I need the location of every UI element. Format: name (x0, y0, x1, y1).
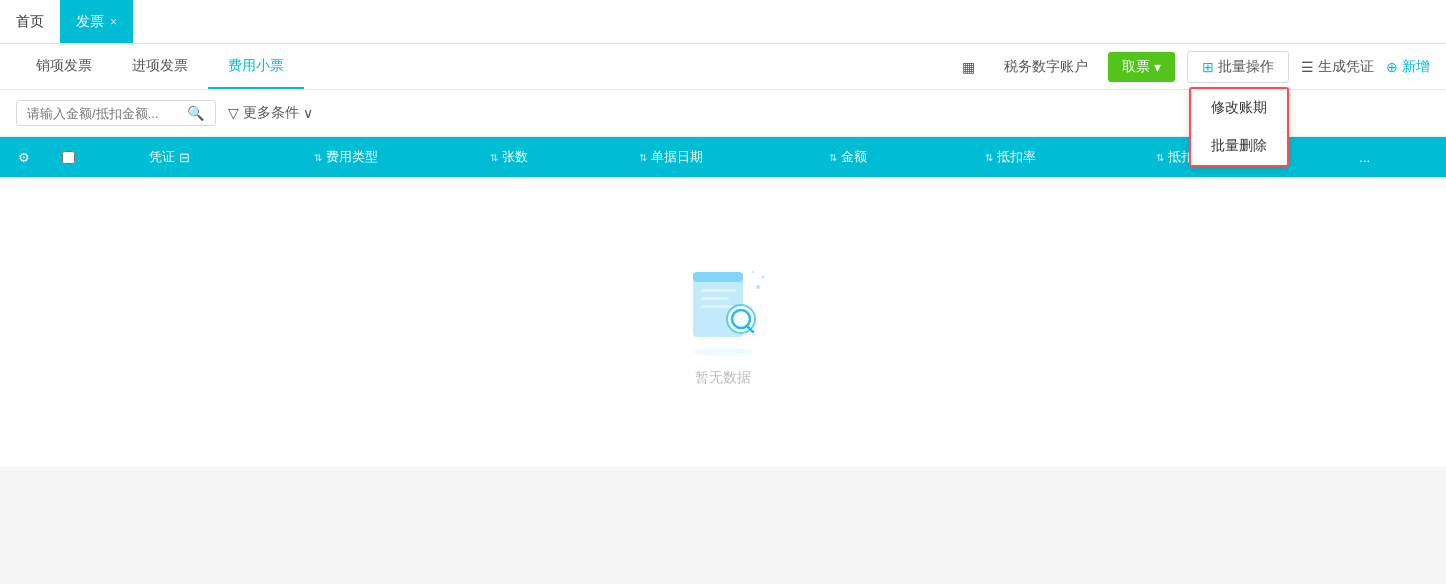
take-ticket-dropdown-icon: ▾ (1154, 59, 1161, 75)
more-conditions-button[interactable]: ▽ 更多条件 ∨ (228, 104, 313, 122)
th-checkbox[interactable] (48, 137, 88, 177)
th-amount: ⇅ 金额 (767, 137, 929, 177)
th-date: ⇅ 单据日期 (575, 137, 767, 177)
sort-icon-amount[interactable]: ⇅ (829, 152, 837, 163)
voucher-filter-icon[interactable]: ⊟ (179, 150, 190, 165)
sort-icon-date[interactable]: ⇅ (639, 152, 647, 163)
sort-icon-count[interactable]: ⇅ (490, 152, 498, 163)
gen-voucher-label: 生成凭证 (1318, 58, 1374, 76)
table-wrap: ⚙ 凭证 ⊟ ⇅ 费用类型 ⇅ 张数 ⇅ 单据日期 ⇅ 金额 ⇅ 抵扣率 (0, 137, 1446, 467)
batch-op-button[interactable]: ⊞ 批量操作 (1187, 51, 1289, 83)
amount-col-label: 金额 (841, 148, 867, 166)
tax-account-button[interactable]: 税务数字账户 (996, 58, 1096, 76)
tab-sales-invoice[interactable]: 销项发票 (16, 44, 112, 89)
sort-icon-expense[interactable]: ⇅ (314, 152, 322, 163)
voucher-col-label: 凭证 (149, 148, 175, 166)
th-operations: ... (1284, 137, 1446, 177)
qr-button[interactable]: ▦ (952, 51, 984, 83)
settings-icon: ⚙ (18, 150, 30, 165)
svg-point-0 (693, 348, 753, 356)
svg-rect-2 (693, 272, 743, 282)
batch-op-icon: ⊞ (1202, 59, 1214, 75)
nav-tab-invoice-label: 发票 (76, 13, 104, 31)
dropdown-item-modify-period[interactable]: 修改账期 (1191, 89, 1287, 127)
search-input[interactable] (27, 106, 187, 121)
count-col-label: 张数 (502, 148, 528, 166)
batch-op-dropdown: 修改账期 批量删除 (1189, 87, 1289, 167)
search-input-wrap: 🔍 (16, 100, 216, 126)
th-settings[interactable]: ⚙ (0, 137, 48, 177)
sort-icon-deduct-rate[interactable]: ⇅ (985, 152, 993, 163)
take-ticket-label: 取票 (1122, 58, 1150, 76)
top-nav: 首页 发票 × (0, 0, 1446, 44)
new-label: 新增 (1402, 58, 1430, 76)
close-icon[interactable]: × (110, 15, 117, 29)
deduct-rate-col-label: 抵扣率 (997, 148, 1036, 166)
tab-expense-receipt[interactable]: 费用小票 (208, 44, 304, 89)
gen-voucher-icon: ☰ (1301, 59, 1314, 75)
more-conditions-label: 更多条件 (243, 104, 299, 122)
th-deduct-rate: ⇅ 抵扣率 (929, 137, 1091, 177)
nav-home[interactable]: 首页 (0, 0, 60, 43)
select-all-checkbox[interactable] (62, 151, 75, 164)
batch-op-container: ⊞ 批量操作 修改账期 批量删除 (1187, 51, 1289, 83)
operations-col-label: ... (1359, 150, 1370, 165)
sort-icon-deduct-amount[interactable]: ⇅ (1156, 152, 1164, 163)
sub-tabs-left: 销项发票 进项发票 费用小票 (16, 44, 304, 89)
th-expense-type: ⇅ 费用类型 (250, 137, 442, 177)
search-icon[interactable]: 🔍 (187, 105, 204, 121)
dropdown-item-batch-delete[interactable]: 批量删除 (1191, 127, 1287, 165)
svg-rect-4 (701, 297, 729, 300)
nav-tab-invoice[interactable]: 发票 × (60, 0, 133, 43)
svg-point-9 (756, 285, 760, 289)
empty-state-label: 暂无数据 (695, 369, 751, 387)
more-conditions-arrow: ∨ (303, 105, 313, 121)
svg-rect-5 (701, 305, 733, 308)
empty-state: 暂无数据 (0, 177, 1446, 467)
th-count: ⇅ 张数 (442, 137, 575, 177)
new-icon: ⊕ (1386, 59, 1398, 75)
expense-type-col-label: 费用类型 (326, 148, 378, 166)
tab-purchase-invoice[interactable]: 进项发票 (112, 44, 208, 89)
batch-op-label: 批量操作 (1218, 58, 1274, 76)
date-col-label: 单据日期 (651, 148, 703, 166)
svg-point-10 (762, 276, 765, 279)
svg-point-11 (752, 271, 754, 273)
empty-state-icon (673, 257, 773, 357)
sub-tabs-right: ▦ 税务数字账户 取票 ▾ ⊞ 批量操作 修改账期 批量删除 ☰ 生成凭证 ⊕ … (952, 51, 1430, 83)
gen-voucher-button[interactable]: ☰ 生成凭证 (1301, 58, 1374, 76)
new-button[interactable]: ⊕ 新增 (1386, 58, 1430, 76)
svg-rect-3 (701, 289, 736, 292)
sub-tabs-bar: 销项发票 进项发票 费用小票 ▦ 税务数字账户 取票 ▾ ⊞ 批量操作 修改账期… (0, 44, 1446, 90)
th-voucher: 凭证 ⊟ (88, 137, 250, 177)
take-ticket-button[interactable]: 取票 ▾ (1108, 52, 1175, 82)
filter-icon: ▽ (228, 105, 239, 121)
